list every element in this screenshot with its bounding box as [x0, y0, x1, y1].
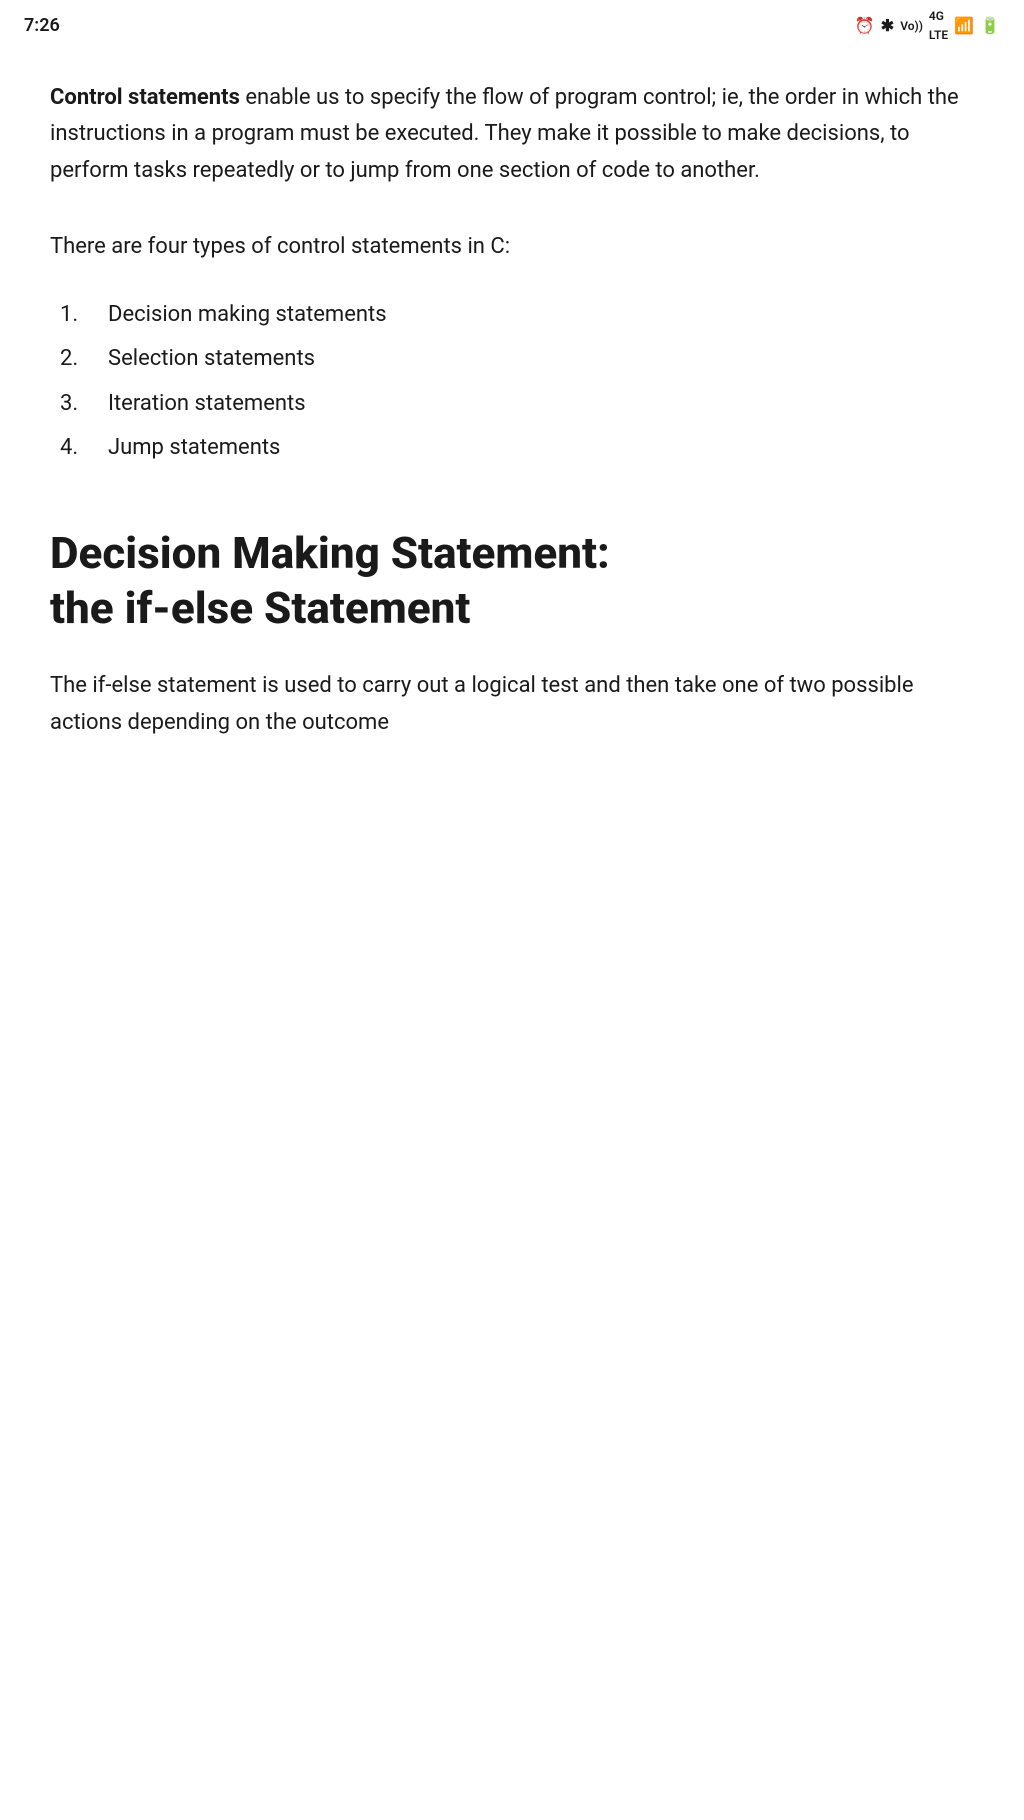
- battery-icon: 🔋: [980, 14, 1000, 39]
- volume-icon: Vo)): [900, 17, 923, 36]
- control-statements-bold: Control statements: [50, 85, 240, 110]
- signal-icon: 📶: [954, 14, 974, 39]
- section-heading: Decision Making Statement: the if-else S…: [50, 526, 974, 636]
- alarm-icon: [855, 14, 875, 39]
- section-heading-line2: the if-else Statement: [50, 582, 470, 634]
- types-list: 1. Decision making statements 2. Selecti…: [50, 297, 974, 466]
- list-number-4: 4.: [60, 430, 108, 466]
- list-text-4: Jump statements: [108, 430, 974, 466]
- intro-paragraph: Control statements enable us to specify …: [50, 80, 974, 189]
- list-item: 4. Jump statements: [60, 430, 974, 466]
- list-item: 3. Iteration statements: [60, 386, 974, 422]
- list-number-3: 3.: [60, 386, 108, 422]
- list-number-1: 1.: [60, 297, 108, 333]
- list-text-2: Selection statements: [108, 341, 974, 377]
- section-paragraph: The if-else statement is used to carry o…: [50, 668, 974, 741]
- status-bar: 7:26 Vo)) 4GLTE 📶 🔋: [0, 0, 1024, 48]
- list-item: 1. Decision making statements: [60, 297, 974, 333]
- section-heading-line1: Decision Making Statement:: [50, 527, 610, 579]
- content-area: Control statements enable us to specify …: [0, 48, 1024, 801]
- list-text-3: Iteration statements: [108, 386, 974, 422]
- lte-icon: 4GLTE: [929, 7, 948, 44]
- status-icons: Vo)) 4GLTE 📶 🔋: [855, 7, 1000, 44]
- bluetooth-icon: [881, 14, 894, 39]
- status-time: 7:26: [24, 12, 60, 40]
- types-intro: There are four types of control statemen…: [50, 229, 974, 265]
- list-item: 2. Selection statements: [60, 341, 974, 377]
- list-text-1: Decision making statements: [108, 297, 974, 333]
- list-number-2: 2.: [60, 341, 108, 377]
